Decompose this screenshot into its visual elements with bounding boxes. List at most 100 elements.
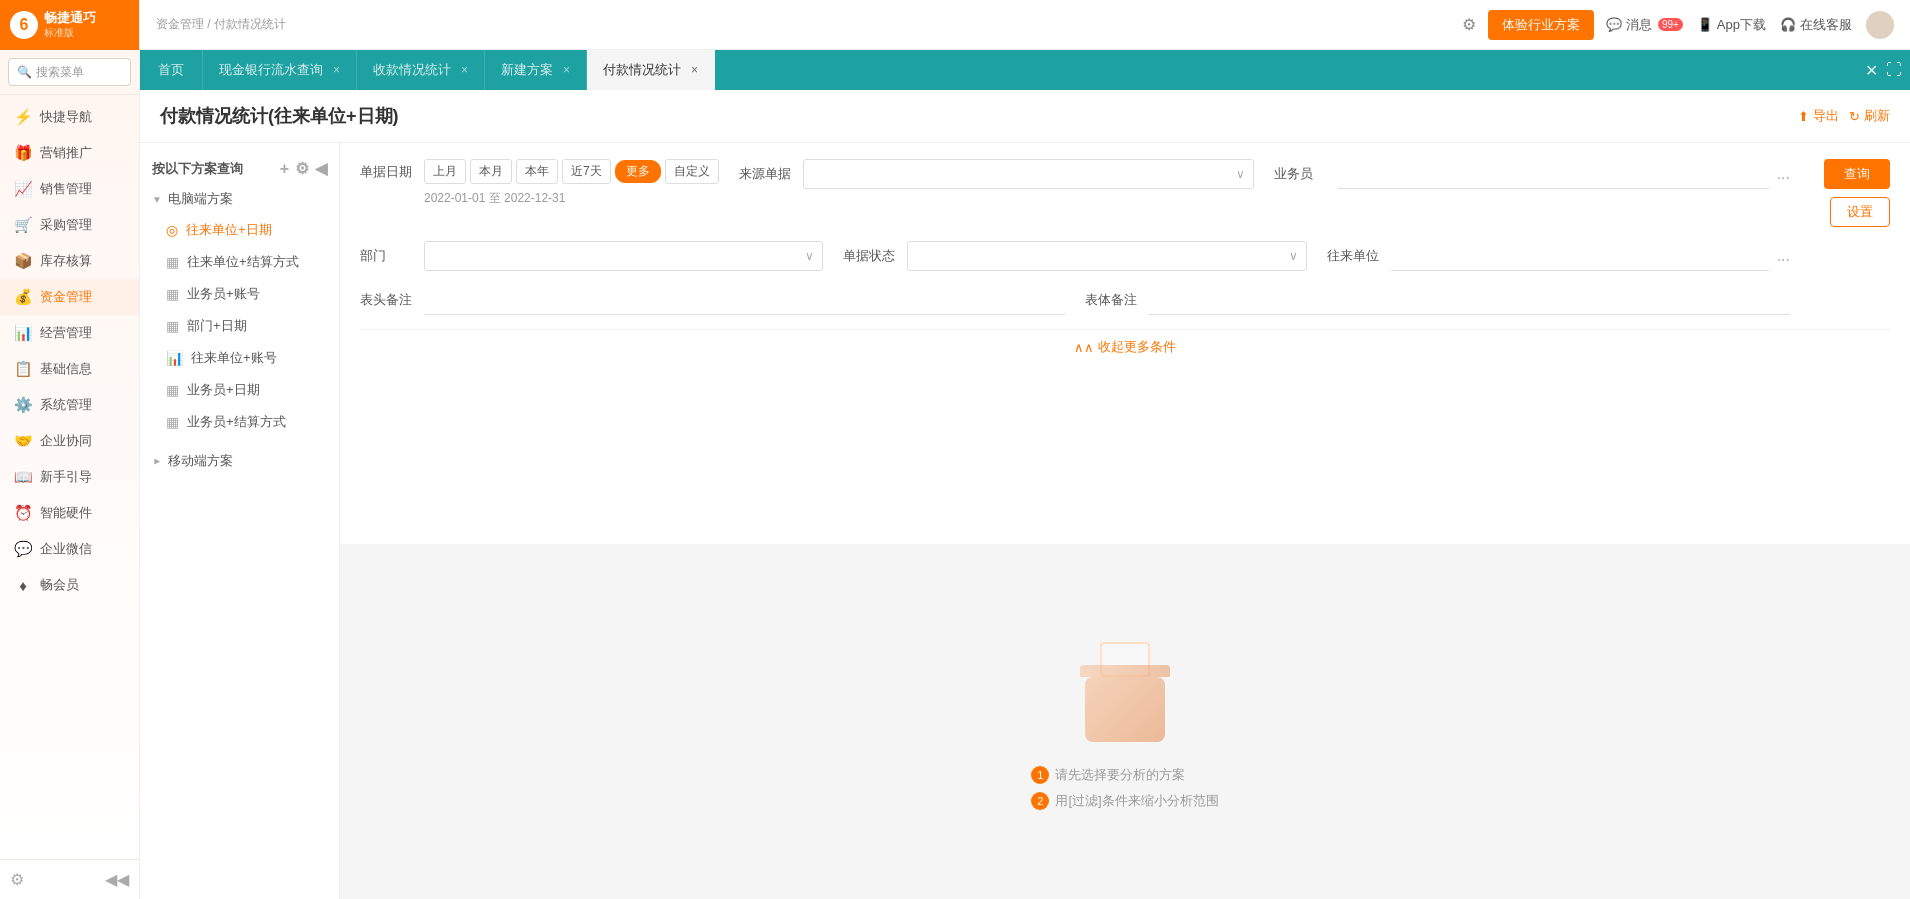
query-btn-group: 查询 设置 [1810,159,1890,227]
tab-receipts-close-icon[interactable]: × [461,63,468,77]
collapse-sidebar-icon[interactable]: ◀◀ [105,870,129,889]
sidebar-item-basic[interactable]: 📋 基础信息 [0,351,139,387]
sidebar-item-cooperation[interactable]: 🤝 企业协同 [0,423,139,459]
scheme-item-dept-date[interactable]: ▦ 部门+日期 [140,310,339,342]
sidebar-search-area: 🔍 搜索菜单 [0,50,139,95]
filter-table-body-note-group: 表体备注 [1085,285,1790,315]
tab-cash-flow[interactable]: 现金银行流水查询 × [203,50,357,90]
tab-close-all-icon[interactable]: ✕ [1865,61,1878,80]
sidebar-item-member[interactable]: ♦ 畅会员 [0,567,139,603]
last-7-btn[interactable]: 近7天 [562,159,611,184]
search-menu-button[interactable]: 🔍 搜索菜单 [8,58,131,86]
empty-hint: 1 请先选择要分析的方案 2 用[过滤]条件来缩小分析范围 [1031,762,1218,814]
empty-box-top-shape [1080,665,1170,677]
collapse-panel-icon[interactable]: ◀ [315,159,327,178]
sidebar-item-marketing[interactable]: 🎁 营销推广 [0,135,139,171]
sidebar-item-finance[interactable]: 💰 资金管理 [0,279,139,315]
this-year-btn[interactable]: 本年 [516,159,558,184]
staff-more-icon[interactable]: ... [1777,165,1790,183]
dept-select[interactable]: ∨ [424,241,823,271]
scheme-item-unit-settle[interactable]: ▦ 往来单位+结算方式 [140,246,339,278]
try-industry-button[interactable]: 体验行业方案 [1488,10,1594,40]
user-avatar[interactable] [1866,11,1894,39]
sidebar-item-label: 系统管理 [40,396,92,414]
sidebar-item-sales[interactable]: 📈 销售管理 [0,171,139,207]
related-unit-more-icon[interactable]: ... [1777,247,1790,265]
page-title: 付款情况统计(往来单位+日期) [160,104,399,128]
settings-gear-icon[interactable]: ⚙ [10,870,24,889]
scheme-staff-date-icon: ▦ [166,382,179,398]
tab-receipts[interactable]: 收款情况统计 × [357,50,485,90]
tab-cash-flow-close-icon[interactable]: × [333,63,340,77]
doc-status-select[interactable]: ∨ [907,241,1306,271]
collapse-conditions-button[interactable]: ∧∧ 收起更多条件 [360,329,1890,364]
right-panel: 单据日期 上月 本月 本年 近7天 更多 自定义 2022 [340,143,1910,899]
sidebar-logo: 6 畅捷通巧 标准版 [0,0,139,50]
scheme-staff-settle-icon: ▦ [166,414,179,430]
sidebar-item-purchase[interactable]: 🛒 采购管理 [0,207,139,243]
sidebar-item-label: 基础信息 [40,360,92,378]
sidebar-item-system[interactable]: ⚙️ 系统管理 [0,387,139,423]
sidebar-item-label: 快捷导航 [40,108,92,126]
source-doc-label: 来源单据 [739,165,795,183]
export-button[interactable]: ⬆ 导出 [1798,107,1839,125]
sidebar-item-wechat[interactable]: 💬 企业微信 [0,531,139,567]
purchase-icon: 🛒 [14,216,32,234]
filter-table-header-note-group: 表头备注 [360,285,1065,315]
sidebar-item-label: 智能硬件 [40,504,92,522]
tab-expand-icon[interactable]: ⛶ [1886,61,1902,79]
scheme-item-staff-settle[interactable]: ▦ 业务员+结算方式 [140,406,339,438]
related-unit-input[interactable] [1391,241,1769,271]
online-service-item[interactable]: 🎧 在线客服 [1780,16,1852,34]
top-header: 资金管理 / 付款情况统计 ⚙ 体验行业方案 💬 消息 99+ 📱 App下载 … [140,0,1910,50]
filter-related-unit-group: 往来单位 ... [1327,241,1790,271]
dept-arrow-icon: ∨ [805,249,814,263]
table-header-note-input[interactable] [424,285,1065,315]
sidebar-item-operation[interactable]: 📊 经营管理 [0,315,139,351]
sidebar-item-guide[interactable]: 📖 新手引导 [0,459,139,495]
notifications-item[interactable]: 💬 消息 99+ [1606,16,1683,34]
member-icon: ♦ [14,577,32,594]
tab-new-scheme[interactable]: 新建方案 × [485,50,587,90]
scheme-group-mobile-title[interactable]: ▼ 移动端方案 [140,446,339,476]
source-doc-select[interactable]: ∨ [803,159,1255,189]
tab-new-scheme-close-icon[interactable]: × [563,63,570,77]
staff-input[interactable] [1338,159,1768,189]
scheme-item-unit-date[interactable]: ◎ 往来单位+日期 [140,214,339,246]
guide-icon: 📖 [14,468,32,486]
sidebar-item-inventory[interactable]: 📦 库存核算 [0,243,139,279]
set-button[interactable]: 设置 [1830,197,1890,227]
scheme-item-staff-date[interactable]: ▦ 业务员+日期 [140,374,339,406]
basic-icon: 📋 [14,360,32,378]
scheme-staff-date-label: 业务员+日期 [187,381,260,399]
table-body-note-input[interactable] [1149,285,1790,315]
tab-home[interactable]: 首页 [140,50,203,90]
more-date-btn[interactable]: 更多 [615,160,661,183]
scheme-item-staff-account[interactable]: ▦ 业务员+账号 [140,278,339,310]
scheme-unit-date-label: 往来单位+日期 [186,221,272,239]
add-scheme-icon[interactable]: + [280,160,289,178]
scheme-panel-title: 按以下方案查询 [152,160,243,178]
scheme-settings-icon[interactable]: ⚙ [295,159,309,178]
empty-hint-item-1: 1 请先选择要分析的方案 [1031,762,1218,788]
tab-payments[interactable]: 付款情况统计 × [587,50,715,90]
sidebar-item-hardware[interactable]: ⏰ 智能硬件 [0,495,139,531]
table-header-note-label: 表头备注 [360,291,416,309]
app-download-item[interactable]: 📱 App下载 [1697,16,1766,34]
custom-date-btn[interactable]: 自定义 [665,159,719,184]
breadcrumb: 资金管理 / 付款情况统计 [156,16,1450,33]
empty-box-shape [1085,677,1165,742]
scheme-item-unit-account[interactable]: 📊 往来单位+账号 [140,342,339,374]
tab-payments-close-icon[interactable]: × [691,63,698,77]
header-icon-group: 💬 消息 99+ 📱 App下载 🎧 在线客服 [1606,11,1894,39]
scheme-panel-header-actions: + ⚙ ◀ [280,159,327,178]
main-area: 资金管理 / 付款情况统计 ⚙ 体验行业方案 💬 消息 99+ 📱 App下载 … [140,0,1910,899]
scheme-group-desktop-title[interactable]: ▼ 电脑端方案 [140,184,339,214]
query-button[interactable]: 查询 [1824,159,1890,189]
refresh-button[interactable]: ↻ 刷新 [1849,107,1890,125]
last-month-btn[interactable]: 上月 [424,159,466,184]
this-month-btn[interactable]: 本月 [470,159,512,184]
tab-home-label: 首页 [158,61,184,79]
header-settings-icon[interactable]: ⚙ [1462,15,1476,34]
sidebar-item-quick-nav[interactable]: ⚡ 快捷导航 [0,99,139,135]
